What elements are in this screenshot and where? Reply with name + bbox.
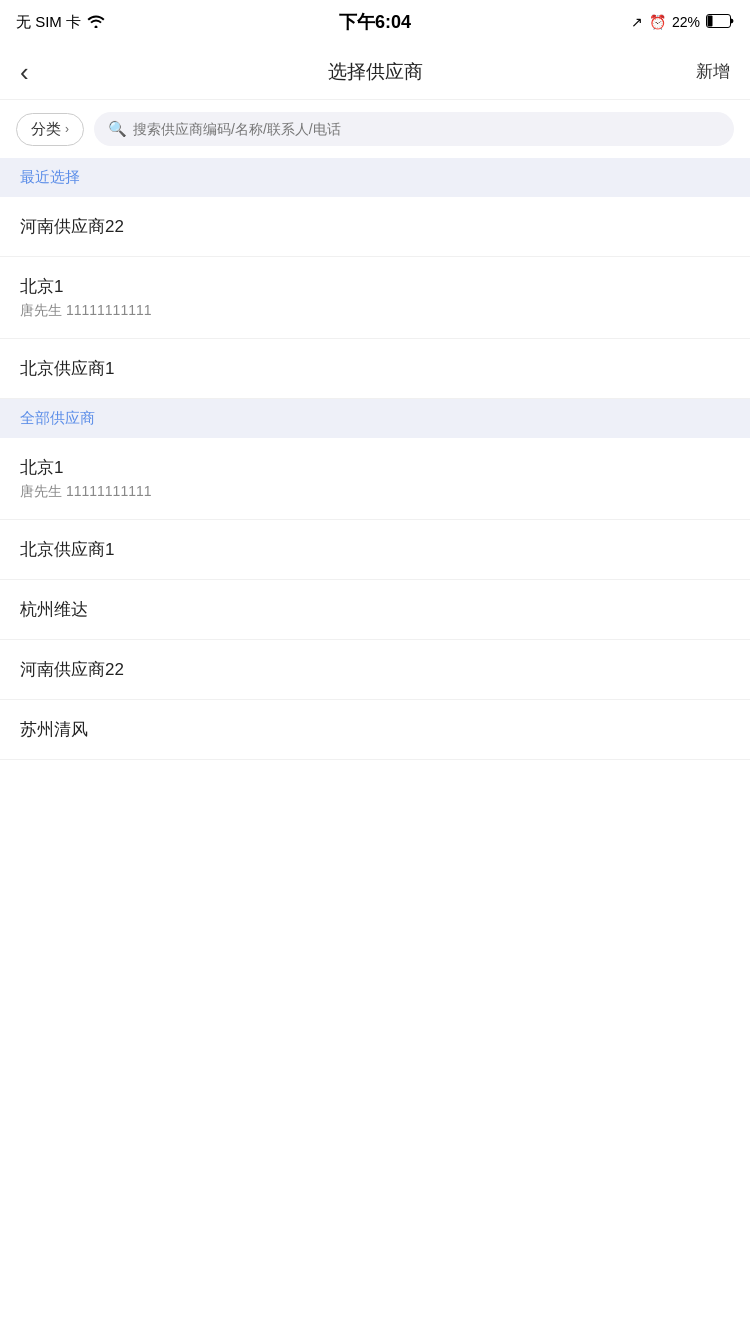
wifi-icon <box>87 14 105 31</box>
sim-label: 无 SIM 卡 <box>16 13 81 32</box>
list-item[interactable]: 北京供应商1 <box>0 520 750 580</box>
svg-rect-1 <box>708 15 713 26</box>
supplier-name: 杭州维达 <box>20 598 730 621</box>
supplier-name: 北京1 <box>20 456 730 479</box>
list-item[interactable]: 杭州维达 <box>0 580 750 640</box>
status-left: 无 SIM 卡 <box>16 13 105 32</box>
battery-label: 22% <box>672 14 700 30</box>
page-title: 选择供应商 <box>328 59 423 85</box>
search-input[interactable] <box>133 121 720 137</box>
all-section-header: 全部供应商 <box>0 399 750 438</box>
list-item[interactable]: 北京1 唐先生 11111111111 <box>0 257 750 339</box>
location-icon: ↗ <box>631 14 643 30</box>
nav-bar: ‹ 选择供应商 新增 <box>0 44 750 100</box>
status-time: 下午6:04 <box>339 10 411 34</box>
list-item[interactable]: 苏州清风 <box>0 700 750 760</box>
recent-list: 河南供应商22 北京1 唐先生 11111111111 北京供应商1 <box>0 197 750 399</box>
supplier-name: 北京供应商1 <box>20 357 730 380</box>
status-bar: 无 SIM 卡 下午6:04 ↗ ⏰ 22% <box>0 0 750 44</box>
recent-section-label: 最近选择 <box>20 168 80 185</box>
alarm-icon: ⏰ <box>649 14 666 30</box>
back-button[interactable]: ‹ <box>20 59 29 85</box>
filter-bar: 分类 › 🔍 <box>0 100 750 158</box>
chevron-right-icon: › <box>65 122 69 136</box>
all-section-label: 全部供应商 <box>20 409 95 426</box>
battery-icon <box>706 14 734 31</box>
list-item[interactable]: 北京供应商1 <box>0 339 750 399</box>
list-item[interactable]: 河南供应商22 <box>0 197 750 257</box>
recent-section-header: 最近选择 <box>0 158 750 197</box>
all-list: 北京1 唐先生 11111111111 北京供应商1 杭州维达河南供应商22 苏州清风 <box>0 438 750 760</box>
search-box[interactable]: 🔍 <box>94 112 734 146</box>
supplier-contact: 唐先生 11111111111 <box>20 302 730 320</box>
list-item[interactable]: 北京1 唐先生 11111111111 <box>0 438 750 520</box>
category-label: 分类 <box>31 120 61 139</box>
status-right: ↗ ⏰ 22% <box>631 14 734 31</box>
supplier-name: 北京1 <box>20 275 730 298</box>
search-icon: 🔍 <box>108 120 127 138</box>
category-filter-button[interactable]: 分类 › <box>16 113 84 146</box>
add-action-button[interactable]: 新增 <box>696 60 730 83</box>
supplier-name: 河南供应商22 <box>20 215 730 238</box>
supplier-name: 河南供应商22 <box>20 658 730 681</box>
supplier-name: 苏州清风 <box>20 718 730 741</box>
supplier-contact: 唐先生 11111111111 <box>20 483 730 501</box>
supplier-name: 北京供应商1 <box>20 538 730 561</box>
list-item[interactable]: 河南供应商22 <box>0 640 750 700</box>
